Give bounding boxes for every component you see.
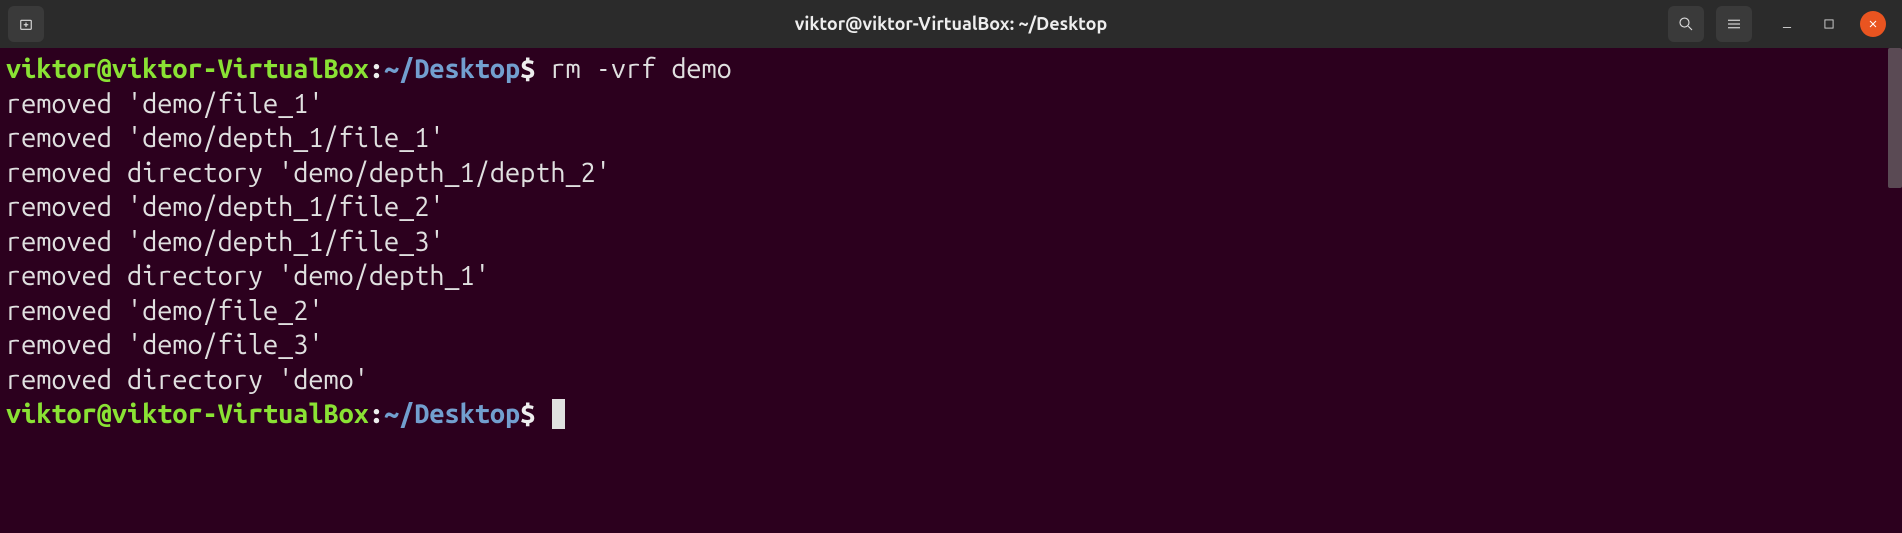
output-line: removed 'demo/file_1' bbox=[6, 89, 324, 119]
prompt-line-1: viktor@viktor-VirtualBox:~/Desktop$ rm -… bbox=[6, 54, 732, 84]
search-icon bbox=[1677, 15, 1695, 33]
output-line: removed directory 'demo/depth_1' bbox=[6, 261, 490, 291]
output-line: removed directory 'demo/depth_1/depth_2' bbox=[6, 158, 611, 188]
titlebar-left bbox=[8, 6, 44, 42]
maximize-button[interactable] bbox=[1818, 13, 1840, 35]
command-text: rm -vrf demo bbox=[535, 54, 732, 84]
titlebar-right bbox=[1668, 6, 1894, 42]
output-line: removed 'demo/depth_1/file_1' bbox=[6, 123, 444, 153]
minimize-button[interactable] bbox=[1776, 13, 1798, 35]
prompt-path: ~/Desktop bbox=[384, 54, 520, 84]
window-title: viktor@viktor-VirtualBox: ~/Desktop bbox=[795, 14, 1107, 34]
menu-button[interactable] bbox=[1716, 6, 1752, 42]
new-tab-button[interactable] bbox=[8, 6, 44, 42]
terminal-body[interactable]: viktor@viktor-VirtualBox:~/Desktop$ rm -… bbox=[0, 48, 1902, 436]
prompt-symbol: $ bbox=[520, 54, 535, 84]
output-line: removed 'demo/file_3' bbox=[6, 330, 324, 360]
new-tab-icon bbox=[17, 15, 35, 33]
maximize-icon bbox=[1822, 17, 1836, 31]
minimize-icon bbox=[1780, 17, 1794, 31]
output-line: removed 'demo/depth_1/file_3' bbox=[6, 227, 444, 257]
prompt-separator: : bbox=[369, 399, 384, 429]
output-line: removed 'demo/file_2' bbox=[6, 296, 324, 326]
search-button[interactable] bbox=[1668, 6, 1704, 42]
close-icon bbox=[1867, 18, 1879, 30]
hamburger-icon bbox=[1725, 15, 1743, 33]
terminal-cursor bbox=[552, 399, 565, 429]
output-line: removed 'demo/depth_1/file_2' bbox=[6, 192, 444, 222]
prompt-user-host: viktor@viktor-VirtualBox bbox=[6, 54, 369, 84]
prompt-symbol: $ bbox=[520, 399, 535, 429]
prompt-path: ~/Desktop bbox=[384, 399, 520, 429]
close-button[interactable] bbox=[1860, 11, 1886, 37]
scrollbar-thumb[interactable] bbox=[1888, 48, 1902, 188]
prompt-line-2: viktor@viktor-VirtualBox:~/Desktop$ bbox=[6, 399, 565, 429]
output-line: removed directory 'demo' bbox=[6, 365, 369, 395]
prompt-separator: : bbox=[369, 54, 384, 84]
window-controls bbox=[1776, 11, 1886, 37]
window-titlebar: viktor@viktor-VirtualBox: ~/Desktop bbox=[0, 0, 1902, 48]
prompt-user-host: viktor@viktor-VirtualBox bbox=[6, 399, 369, 429]
